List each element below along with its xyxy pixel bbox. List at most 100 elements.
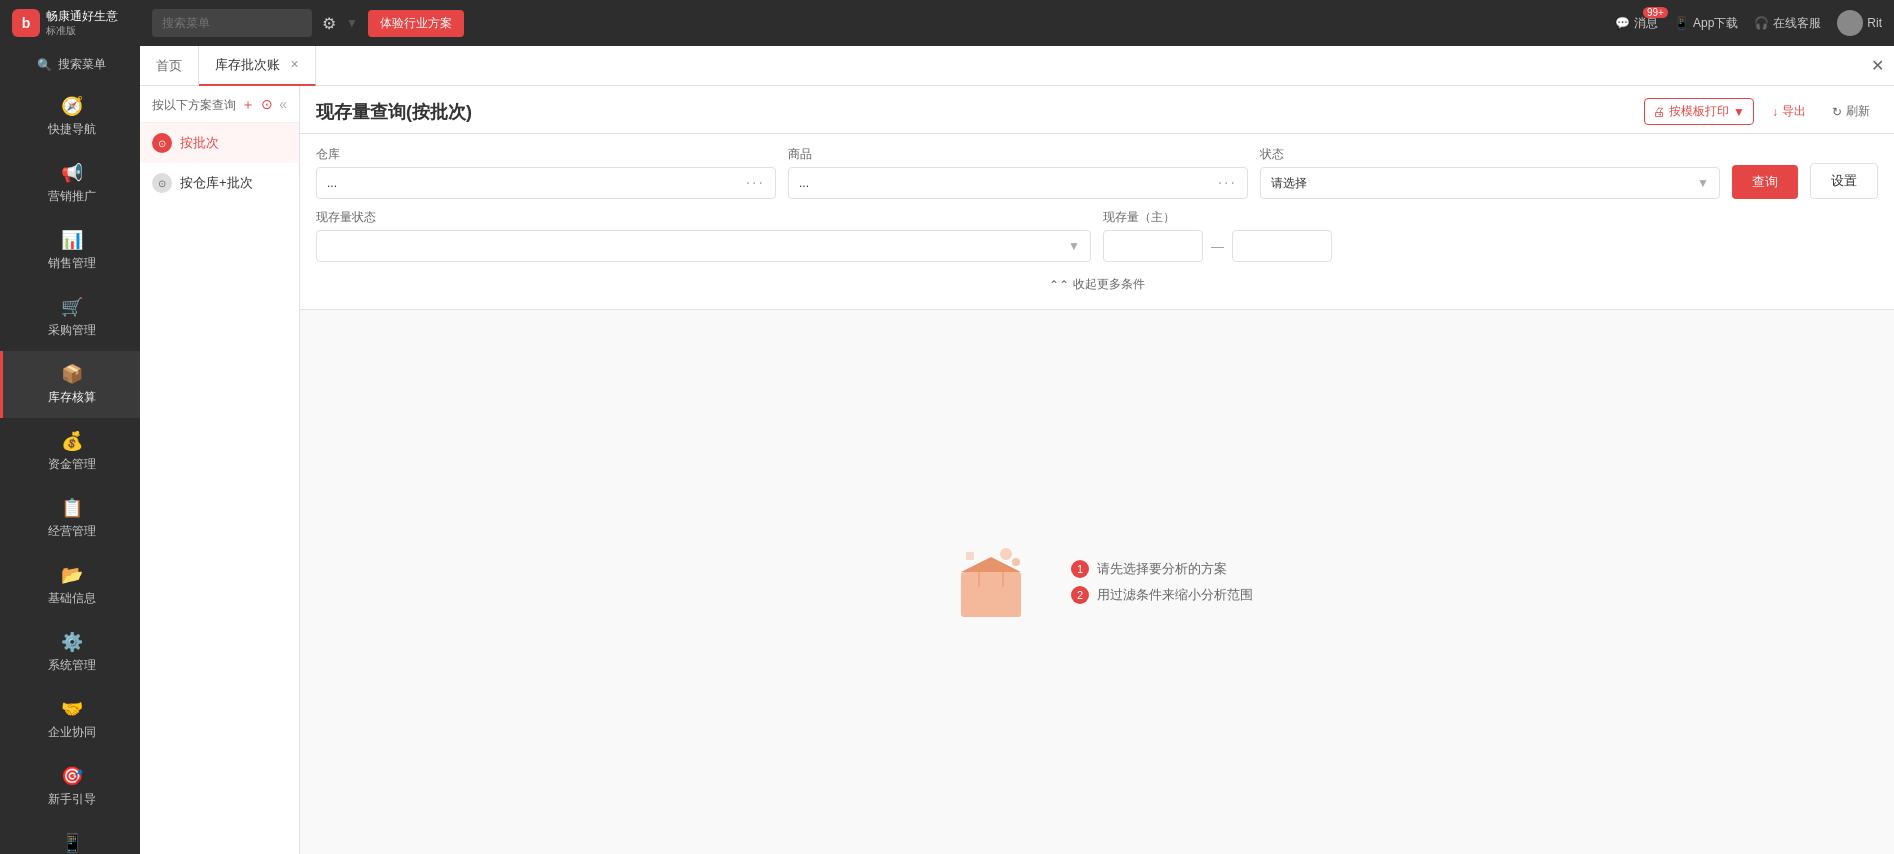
chart-icon: 📊 [61, 229, 83, 251]
quantity-dash: — [1211, 230, 1224, 262]
collapse-left-panel-icon[interactable]: « [279, 96, 287, 114]
compass-icon: 🧭 [61, 95, 83, 117]
empty-illustration [941, 532, 1041, 632]
sidebar-item-system[interactable]: ⚙️ 系统管理 [0, 619, 140, 686]
clipboard-icon: 📋 [61, 497, 83, 519]
scheme-by-warehouse-batch[interactable]: ⊙ 按仓库+批次 [140, 163, 299, 203]
refresh-button[interactable]: ↻ 刷新 [1824, 99, 1878, 124]
print-dropdown-icon: ▼ [1733, 105, 1745, 119]
filter-row-1: 仓库 ... ··· 商品 ... ··· [316, 146, 1878, 199]
app-download-action[interactable]: 📱 App下载 [1674, 15, 1738, 32]
handshake-icon: 🤝 [61, 698, 83, 720]
search-input[interactable] [152, 9, 312, 37]
cart-icon: 🛒 [61, 296, 83, 318]
chevron-up-icon: ⌃⌃ [1049, 278, 1069, 292]
print-button[interactable]: 🖨 按模板打印 ▼ [1644, 98, 1754, 125]
filter-settings-button[interactable]: 设置 [1810, 163, 1878, 199]
tip-num-2: 2 [1071, 586, 1089, 604]
messages-badge: 99+ [1643, 7, 1668, 18]
svg-point-6 [1012, 558, 1020, 566]
stock-status-dropdown-icon: ▼ [1068, 239, 1080, 253]
export-button[interactable]: ↓ 导出 [1764, 99, 1814, 124]
empty-tip-1: 1 请先选择要分析的方案 [1071, 560, 1253, 578]
logo-icon: b [12, 9, 40, 37]
svg-rect-2 [979, 572, 1003, 587]
logo-area: b 畅康通好生意 标准版 [12, 9, 142, 38]
collapse-more-button[interactable]: ⌃⌃ 收起更多条件 [316, 272, 1878, 297]
sidebar-item-enterprise[interactable]: 🤝 企业协同 [0, 686, 140, 753]
target-icon: 🎯 [61, 765, 83, 787]
sidebar-item-finance[interactable]: 💰 资金管理 [0, 418, 140, 485]
sidebar-item-quick-nav[interactable]: 🧭 快捷导航 [0, 83, 140, 150]
scheme-settings-icon[interactable]: ⊙ [261, 96, 273, 114]
money-icon: 💰 [61, 430, 83, 452]
tab-inventory-batch[interactable]: 库存批次账 ✕ [199, 46, 316, 86]
empty-state: 1 请先选择要分析的方案 2 用过滤条件来缩小分析范围 [300, 310, 1894, 854]
sidebar-item-basic[interactable]: 📂 基础信息 [0, 552, 140, 619]
logo-text: 畅康通好生意 标准版 [46, 9, 118, 38]
tab-home[interactable]: 首页 [140, 46, 199, 86]
product-input-placeholder: ... [799, 176, 809, 190]
warehouse-dots-icon: ··· [746, 174, 765, 192]
box-icon: 📦 [61, 363, 83, 385]
sidebar-item-purchase[interactable]: 🛒 采购管理 [0, 284, 140, 351]
sidebar-item-appcenter[interactable]: 📱 应用中心 [0, 820, 140, 854]
sidebar: 🔍 搜索菜单 🧭 快捷导航 📢 营销推广 📊 销售管理 🛒 采购管理 📦 库存核… [0, 46, 140, 854]
messages-action[interactable]: 💬 消息 99+ [1615, 15, 1658, 32]
query-button[interactable]: 查询 [1732, 165, 1798, 199]
tip-num-1: 1 [1071, 560, 1089, 578]
warehouse-input-placeholder: ... [327, 176, 337, 190]
tab-bar: 首页 库存批次账 ✕ ✕ [140, 46, 1894, 86]
sidebar-item-newuser[interactable]: 🎯 新手引导 [0, 753, 140, 820]
folder-icon: 📂 [61, 564, 83, 586]
status-select-placeholder: 请选择 [1271, 175, 1307, 192]
content-area: 首页 库存批次账 ✕ ✕ 按以下方案查询 ＋ ⊙ « [140, 46, 1894, 854]
gear-icon: ⚙️ [61, 631, 83, 653]
sidebar-item-marketing[interactable]: 📢 营销推广 [0, 150, 140, 217]
svg-point-5 [1000, 548, 1012, 560]
sidebar-item-search[interactable]: 🔍 搜索菜单 [0, 46, 140, 83]
stock-quantity-min-input[interactable] [1103, 230, 1203, 262]
add-scheme-btn[interactable]: ＋ [241, 96, 255, 114]
left-panel-header-icons: ＋ ⊙ « [241, 96, 287, 114]
user-action[interactable]: Rit [1837, 10, 1882, 36]
filter-row-2: 现存量状态 ▼ 现存量（主） — [316, 209, 1878, 262]
product-field: 商品 ... ··· [788, 146, 1248, 199]
online-service-action[interactable]: 🎧 在线客服 [1754, 15, 1821, 32]
close-tab-panel-btn[interactable]: ✕ [1871, 56, 1884, 75]
left-panel-header: 按以下方案查询 ＋ ⊙ « [140, 86, 299, 123]
status-dropdown-icon: ▼ [1697, 176, 1709, 190]
megaphone-icon: 📢 [61, 162, 83, 184]
svg-rect-7 [966, 552, 974, 560]
stock-quantity-max-input[interactable] [1232, 230, 1332, 262]
top-header: b 畅康通好生意 标准版 ⚙ ▼ 体验行业方案 💬 消息 99+ 📱 App下载… [0, 0, 1894, 46]
page-header: 现存量查询(按批次) 🖨 按模板打印 ▼ ↓ 导出 ↻ [300, 86, 1894, 134]
stock-status-field: 现存量状态 ▼ [316, 209, 1091, 262]
export-icon: ↓ [1772, 105, 1778, 119]
scheme-by-batch[interactable]: ⊙ 按批次 [140, 123, 299, 163]
refresh-icon: ↻ [1832, 105, 1842, 119]
left-panel: 按以下方案查询 ＋ ⊙ « ⊙ 按批次 ⊙ 按仓库+批次 [140, 86, 300, 854]
product-input[interactable]: ... ··· [788, 167, 1248, 199]
right-panel: 现存量查询(按批次) 🖨 按模板打印 ▼ ↓ 导出 ↻ [300, 86, 1894, 854]
status-field: 状态 请选择 ▼ [1260, 146, 1720, 199]
header-actions: 💬 消息 99+ 📱 App下载 🎧 在线客服 Rit [1615, 10, 1882, 36]
page-header-actions: 🖨 按模板打印 ▼ ↓ 导出 ↻ 刷新 [1644, 98, 1878, 125]
stock-status-select[interactable]: ▼ [316, 230, 1091, 262]
experience-button[interactable]: 体验行业方案 [368, 10, 464, 37]
sidebar-item-sales[interactable]: 📊 销售管理 [0, 217, 140, 284]
status-select[interactable]: 请选择 ▼ [1260, 167, 1720, 199]
empty-tip-2: 2 用过滤条件来缩小分析范围 [1071, 586, 1253, 604]
warehouse-input[interactable]: ... ··· [316, 167, 776, 199]
stock-quantity-field: 现存量（主） — [1103, 209, 1878, 262]
scheme-inactive-icon: ⊙ [152, 173, 172, 193]
filter-area: 仓库 ... ··· 商品 ... ··· [300, 134, 1894, 310]
sidebar-item-operations[interactable]: 📋 经营管理 [0, 485, 140, 552]
settings-icon-btn[interactable]: ⚙ [322, 14, 336, 33]
tab-close-icon[interactable]: ✕ [290, 58, 299, 71]
sidebar-item-inventory[interactable]: 📦 库存核算 [0, 351, 140, 418]
printer-icon: 🖨 [1653, 105, 1665, 119]
phone-icon: 📱 [1674, 16, 1689, 30]
empty-tips: 1 请先选择要分析的方案 2 用过滤条件来缩小分析范围 [1071, 560, 1253, 604]
search-icon: 🔍 [37, 58, 52, 72]
